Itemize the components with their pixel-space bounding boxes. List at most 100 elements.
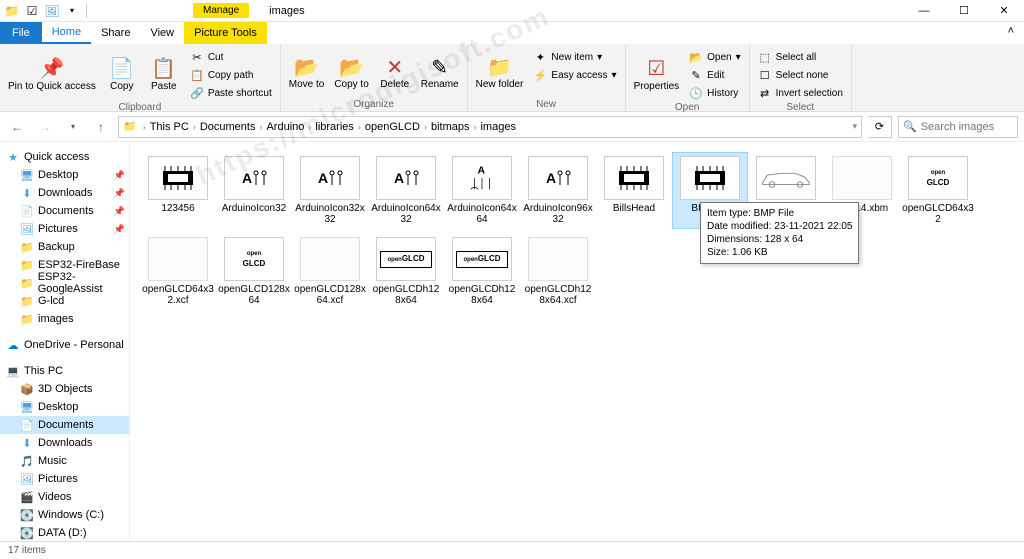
file-item[interactable]: AArduinoIcon96x32 bbox=[520, 152, 596, 229]
nav-item-icon: 📄 bbox=[20, 419, 34, 432]
nav-item-icon: ⬇ bbox=[20, 187, 34, 200]
breadcrumb-segment[interactable]: libraries bbox=[313, 121, 356, 133]
up-button[interactable]: ↑ bbox=[90, 116, 112, 138]
file-thumbnail: A bbox=[376, 156, 436, 200]
tab-picture-tools[interactable]: Picture Tools bbox=[184, 22, 267, 44]
file-item[interactable]: openGLCDopenGLCDh128x64 bbox=[444, 233, 520, 310]
breadcrumb-segment[interactable]: bitmaps bbox=[429, 121, 472, 133]
new-item-button[interactable]: ✦New item ▾ bbox=[529, 48, 620, 66]
nav-item-label: Pictures bbox=[38, 473, 78, 485]
pin-to-quick-access-button[interactable]: 📌Pin to Quick access bbox=[4, 46, 100, 102]
nav-item-icon: 🖼 bbox=[20, 473, 34, 486]
new-folder-button[interactable]: 📁New folder bbox=[472, 46, 528, 99]
minimize-button[interactable]: — bbox=[904, 0, 944, 22]
edit-button[interactable]: ✎Edit bbox=[685, 66, 745, 84]
breadcrumb-segment[interactable]: Documents bbox=[198, 121, 258, 133]
nav-pc-item[interactable]: 🖥Desktop bbox=[0, 398, 129, 416]
nav-qa-item[interactable]: 📁images bbox=[0, 310, 129, 328]
nav-item-icon: 🖼 bbox=[20, 223, 34, 236]
breadcrumb-segment[interactable]: This PC bbox=[148, 121, 191, 133]
breadcrumb-segment[interactable]: Arduino bbox=[264, 121, 306, 133]
nav-this-pc[interactable]: 💻This PC bbox=[0, 362, 129, 380]
nav-pc-item[interactable]: 📄Documents bbox=[0, 416, 129, 434]
nav-onedrive[interactable]: ☁OneDrive - Personal bbox=[0, 336, 129, 354]
nav-pc-item[interactable]: 💽DATA (D:) bbox=[0, 524, 129, 541]
select-all-button[interactable]: ⬚Select all bbox=[754, 48, 847, 66]
nav-quick-access[interactable]: ★Quick access bbox=[0, 148, 129, 166]
invert-selection-button[interactable]: ⇄Invert selection bbox=[754, 84, 847, 102]
tab-view[interactable]: View bbox=[140, 22, 184, 44]
copy-to-button[interactable]: 📂Copy to bbox=[330, 46, 372, 99]
newitem-icon: ✦ bbox=[533, 51, 547, 64]
history-button[interactable]: 🕓History bbox=[685, 84, 745, 102]
cut-button[interactable]: ✂Cut bbox=[186, 48, 276, 66]
ribbon: 📌Pin to Quick access 📄Copy 📋Paste ✂Cut 📋… bbox=[0, 44, 1024, 112]
paste-button[interactable]: 📋Paste bbox=[144, 46, 184, 102]
tab-home[interactable]: Home bbox=[42, 22, 91, 44]
file-item[interactable]: 123456 bbox=[140, 152, 216, 229]
file-item[interactable]: openGLCD128x64.xcf bbox=[292, 233, 368, 310]
file-item[interactable]: AArduinoIcon32 bbox=[216, 152, 292, 229]
nav-item-icon: 📁 bbox=[20, 259, 34, 272]
file-thumbnail: A bbox=[300, 156, 360, 200]
nav-qa-item[interactable]: ⬇Downloads📌 bbox=[0, 184, 129, 202]
delete-button[interactable]: ✕Delete bbox=[375, 46, 415, 99]
file-item[interactable]: openGLCDopenGLCD64x32 bbox=[900, 152, 976, 229]
file-tooltip: Item type: BMP File Date modified: 23-11… bbox=[700, 202, 859, 264]
open-group-label: Open bbox=[630, 102, 745, 114]
qat-divider bbox=[86, 4, 87, 18]
breadcrumb-dropdown-icon[interactable]: ▾ bbox=[852, 121, 857, 132]
nav-pc-item[interactable]: 🎬Videos bbox=[0, 488, 129, 506]
nav-pc-item[interactable]: 💽Windows (C:) bbox=[0, 506, 129, 524]
file-item[interactable]: openGLCDh128x64.xcf bbox=[520, 233, 596, 310]
file-item[interactable]: AArduinoIcon64x64 bbox=[444, 152, 520, 229]
nav-qa-item[interactable]: 📁ESP32-GoogleAssist bbox=[0, 274, 129, 292]
breadcrumb[interactable]: 📁 › This PC›Documents›Arduino›libraries›… bbox=[118, 116, 862, 138]
ribbon-collapse-button[interactable]: ˄ bbox=[998, 22, 1024, 44]
nav-item-icon: 💽 bbox=[20, 509, 34, 522]
file-item[interactable]: AArduinoIcon64x32 bbox=[368, 152, 444, 229]
maximize-button[interactable]: ☐ bbox=[944, 0, 984, 22]
search-box[interactable]: 🔍 bbox=[898, 116, 1018, 138]
qat-dropdown-icon[interactable]: ▾ bbox=[64, 3, 80, 19]
paste-shortcut-button[interactable]: 🔗Paste shortcut bbox=[186, 84, 276, 102]
window-title: images bbox=[269, 5, 304, 17]
navigation-pane[interactable]: ★Quick access 🖥Desktop📌⬇Downloads📌📄Docum… bbox=[0, 142, 130, 541]
path-icon: 📋 bbox=[190, 69, 204, 82]
nav-pc-item[interactable]: 🎵Music bbox=[0, 452, 129, 470]
refresh-button[interactable]: ⟳ bbox=[868, 116, 892, 138]
properties-button[interactable]: ☑Properties bbox=[630, 46, 684, 102]
recent-dropdown[interactable]: ▾ bbox=[62, 116, 84, 138]
breadcrumb-segment[interactable]: openGLCD bbox=[363, 121, 422, 133]
copy-button[interactable]: 📄Copy bbox=[102, 46, 142, 102]
rename-button[interactable]: ✎Rename bbox=[417, 46, 463, 99]
easy-access-button[interactable]: ⚡Easy access ▾ bbox=[529, 66, 620, 84]
file-list-area[interactable]: 123456AArduinoIcon32AArduinoIcon32x32AAr… bbox=[130, 142, 1024, 541]
select-none-button[interactable]: ☐Select none bbox=[754, 66, 847, 84]
open-button[interactable]: 📂Open ▾ bbox=[685, 48, 745, 66]
nav-pc-item[interactable]: 🖼 Pictures bbox=[0, 470, 129, 488]
nav-qa-item[interactable]: 📁Backup bbox=[0, 238, 129, 256]
file-item[interactable]: openGLCDopenGLCDh128x64 bbox=[368, 233, 444, 310]
nav-pc-item[interactable]: 📦3D Objects bbox=[0, 380, 129, 398]
search-input[interactable] bbox=[921, 121, 1013, 133]
file-name-label: ArduinoIcon32x32 bbox=[294, 203, 366, 225]
copy-path-button[interactable]: 📋Copy path bbox=[186, 66, 276, 84]
breadcrumb-segment[interactable]: images bbox=[478, 121, 517, 133]
tab-share[interactable]: Share bbox=[91, 22, 140, 44]
close-button[interactable]: ✕ bbox=[984, 0, 1024, 22]
file-item[interactable]: BillsHead bbox=[596, 152, 672, 229]
tab-file[interactable]: File bbox=[0, 22, 42, 44]
file-item[interactable]: openGLCD64x32.xcf bbox=[140, 233, 216, 310]
nav-qa-item[interactable]: 🖼Pictures📌 bbox=[0, 220, 129, 238]
checkbox-icon[interactable]: ☑ bbox=[24, 3, 40, 19]
nav-qa-item[interactable]: 📄Documents📌 bbox=[0, 202, 129, 220]
file-thumbnail bbox=[148, 237, 208, 281]
nav-qa-item[interactable]: 🖥Desktop📌 bbox=[0, 166, 129, 184]
move-to-button[interactable]: 📂Move to bbox=[285, 46, 329, 99]
file-item[interactable]: A ArduinoIcon32x32 bbox=[292, 152, 368, 229]
forward-button[interactable]: → bbox=[34, 116, 56, 138]
file-item[interactable]: openGLCDopenGLCD128x64 bbox=[216, 233, 292, 310]
back-button[interactable]: ← bbox=[6, 116, 28, 138]
nav-pc-item[interactable]: ⬇Downloads bbox=[0, 434, 129, 452]
